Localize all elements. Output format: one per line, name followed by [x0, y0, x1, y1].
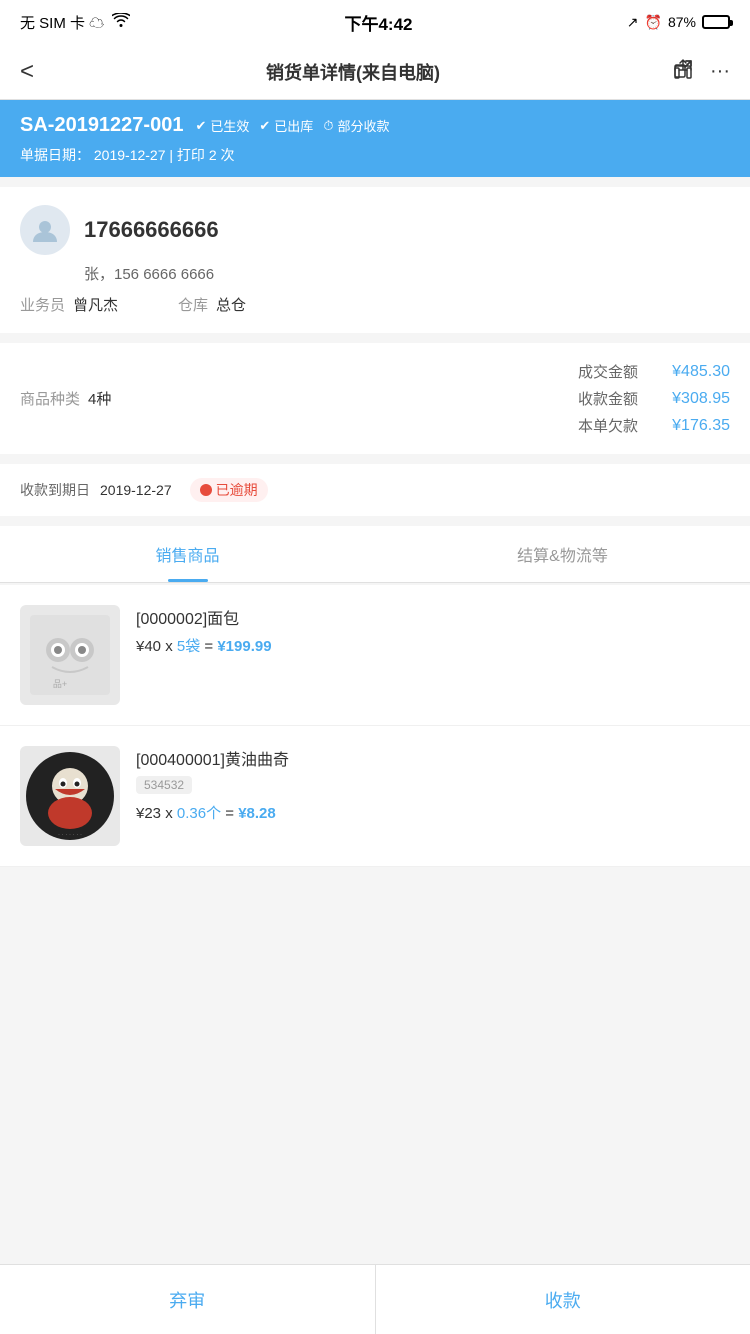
status-right: ↗ ⏰ 87% [627, 14, 730, 31]
overdue-text: 已逾期 [216, 480, 258, 500]
status-left: 无 SIM 卡 ☁ [20, 12, 130, 33]
due-section: 收款到期日 2019-12-27 已逾期 [0, 464, 750, 516]
cancel-audit-button[interactable]: 弃审 [0, 1265, 376, 1334]
location-icon: ↗ [627, 14, 639, 31]
tabs-section: 销售商品 结算&物流等 [0, 526, 750, 583]
battery-pct: 87% [668, 14, 696, 30]
product-tag-cookie: 534532 [136, 776, 192, 794]
product-name-cookie: [000400001]黄油曲奇 [136, 746, 730, 770]
status-badge-partial: ⏱ 部分收款 [323, 116, 389, 135]
product-item: 品+ [0000002]面包 ¥40 x 5袋 = ¥199.99 [0, 585, 750, 726]
owed-label: 本单欠款 [578, 415, 638, 436]
product-image-cookie: · · · · · · · [20, 746, 120, 846]
status-badges: ✔ 已生效 ✔ 已出库 ⏱ 部分收款 [195, 116, 389, 135]
date-label: 单据日期： [20, 147, 90, 163]
overdue-dot-icon [200, 484, 212, 496]
collect-payment-button[interactable]: 收款 [376, 1265, 750, 1334]
sim-label: 无 SIM 卡 ☁ [20, 12, 104, 33]
amount-value: ¥485.30 [650, 363, 730, 381]
svg-text:品+: 品+ [53, 679, 67, 689]
more-button[interactable]: ··· [710, 60, 730, 83]
customer-id: 17666666666 [84, 217, 219, 243]
status-badge-shipped: ✔ 已出库 [259, 116, 313, 135]
product-price-cookie: ¥23 x 0.36个 = ¥8.28 [136, 802, 730, 823]
cookie-price: ¥23 [136, 805, 161, 822]
svg-text:· · · · · · ·: · · · · · · · [58, 832, 82, 838]
header-banner: SA-20191227-001 ✔ 已生效 ✔ 已出库 ⏱ 部分收款 单据日期：… [0, 100, 750, 177]
amount-row: 成交金额 ¥485.30 [578, 361, 730, 382]
back-button[interactable]: < [20, 58, 34, 86]
status-bar: 无 SIM 卡 ☁ 下午4:42 ↗ ⏰ 87% [0, 0, 750, 44]
product-info-cookie: [000400001]黄油曲奇 534532 ¥23 x 0.36个 = ¥8.… [136, 746, 730, 823]
status-time: 下午4:42 [344, 10, 412, 35]
received-row: 收款金额 ¥308.95 [578, 388, 730, 409]
customer-name: 张，156 6666 6666 [20, 263, 730, 284]
customer-section: 17666666666 张，156 6666 6666 业务员 曾凡杰 仓库 总… [0, 187, 750, 333]
status-badge-effective: ✔ 已生效 [195, 116, 249, 135]
share-button[interactable] [672, 58, 694, 86]
tab-settlement[interactable]: 结算&物流等 [375, 526, 750, 582]
sales-name: 曾凡杰 [73, 294, 118, 315]
avatar [20, 205, 70, 255]
category-count: 4种 [88, 388, 111, 409]
summary-left: 商品种类 4种 [20, 361, 111, 436]
customer-meta: 业务员 曾凡杰 仓库 总仓 [20, 294, 730, 315]
due-date: 2019-12-27 [100, 482, 172, 498]
warehouse-name: 总仓 [216, 294, 246, 315]
product-thumb-bread: 品+ [20, 605, 120, 705]
product-thumb-cookie: · · · · · · · [20, 746, 120, 846]
amount-label: 成交金额 [578, 361, 638, 382]
bread-qty: 5袋 [177, 638, 200, 655]
due-label: 收款到期日 [20, 480, 90, 500]
received-value: ¥308.95 [650, 390, 730, 408]
summary-right: 成交金额 ¥485.30 收款金额 ¥308.95 本单欠款 ¥176.35 [578, 361, 730, 436]
product-info-bread: [0000002]面包 ¥40 x 5袋 = ¥199.99 [136, 605, 730, 656]
header-date-row: 单据日期： 2019-12-27 | 打印 2 次 [20, 145, 730, 165]
sales-item: 业务员 曾凡杰 [20, 294, 118, 315]
order-id: SA-20191227-001 [20, 114, 183, 137]
bread-price: ¥40 [136, 638, 161, 655]
check-icon: ✔ [195, 118, 206, 134]
owed-value: ¥176.35 [650, 417, 730, 435]
battery-icon [702, 15, 730, 29]
nav-bar: < 销货单详情(来自电脑) ··· [0, 44, 750, 100]
overdue-badge: 已逾期 [190, 478, 268, 502]
tab-products[interactable]: 销售商品 [0, 526, 375, 582]
product-name-bread: [0000002]面包 [136, 605, 730, 629]
cookie-total: ¥8.28 [238, 805, 276, 822]
bottom-bar: 弃审 收款 [0, 1264, 750, 1334]
product-item-cookie: · · · · · · · [000400001]黄油曲奇 534532 ¥23… [0, 726, 750, 867]
sales-label: 业务员 [20, 294, 65, 315]
warehouse-label: 仓库 [178, 294, 208, 315]
customer-row: 17666666666 [20, 205, 730, 255]
print-info: | 打印 2 次 [169, 147, 234, 163]
date-value: 2019-12-27 [94, 147, 166, 163]
products-section: 品+ [0000002]面包 ¥40 x 5袋 = ¥199.99 [0, 585, 750, 867]
product-price-bread: ¥40 x 5袋 = ¥199.99 [136, 635, 730, 656]
warehouse-item: 仓库 总仓 [178, 294, 246, 315]
cookie-qty: 0.36个 [177, 805, 221, 822]
product-image-bread: 品+ [20, 605, 120, 705]
wifi-icon [112, 13, 130, 31]
received-label: 收款金额 [578, 388, 638, 409]
header-row1: SA-20191227-001 ✔ 已生效 ✔ 已出库 ⏱ 部分收款 [20, 114, 730, 137]
bread-total: ¥199.99 [217, 638, 271, 655]
category-label: 商品种类 [20, 388, 80, 409]
check-icon-2: ✔ [259, 118, 270, 134]
nav-actions: ··· [672, 58, 730, 86]
page-title: 销货单详情(来自电脑) [266, 59, 440, 85]
alarm-icon: ⏰ [645, 14, 662, 31]
clock-icon: ⏱ [323, 118, 333, 134]
summary-section: 商品种类 4种 成交金额 ¥485.30 收款金额 ¥308.95 本单欠款 ¥… [0, 343, 750, 454]
owed-row: 本单欠款 ¥176.35 [578, 415, 730, 436]
